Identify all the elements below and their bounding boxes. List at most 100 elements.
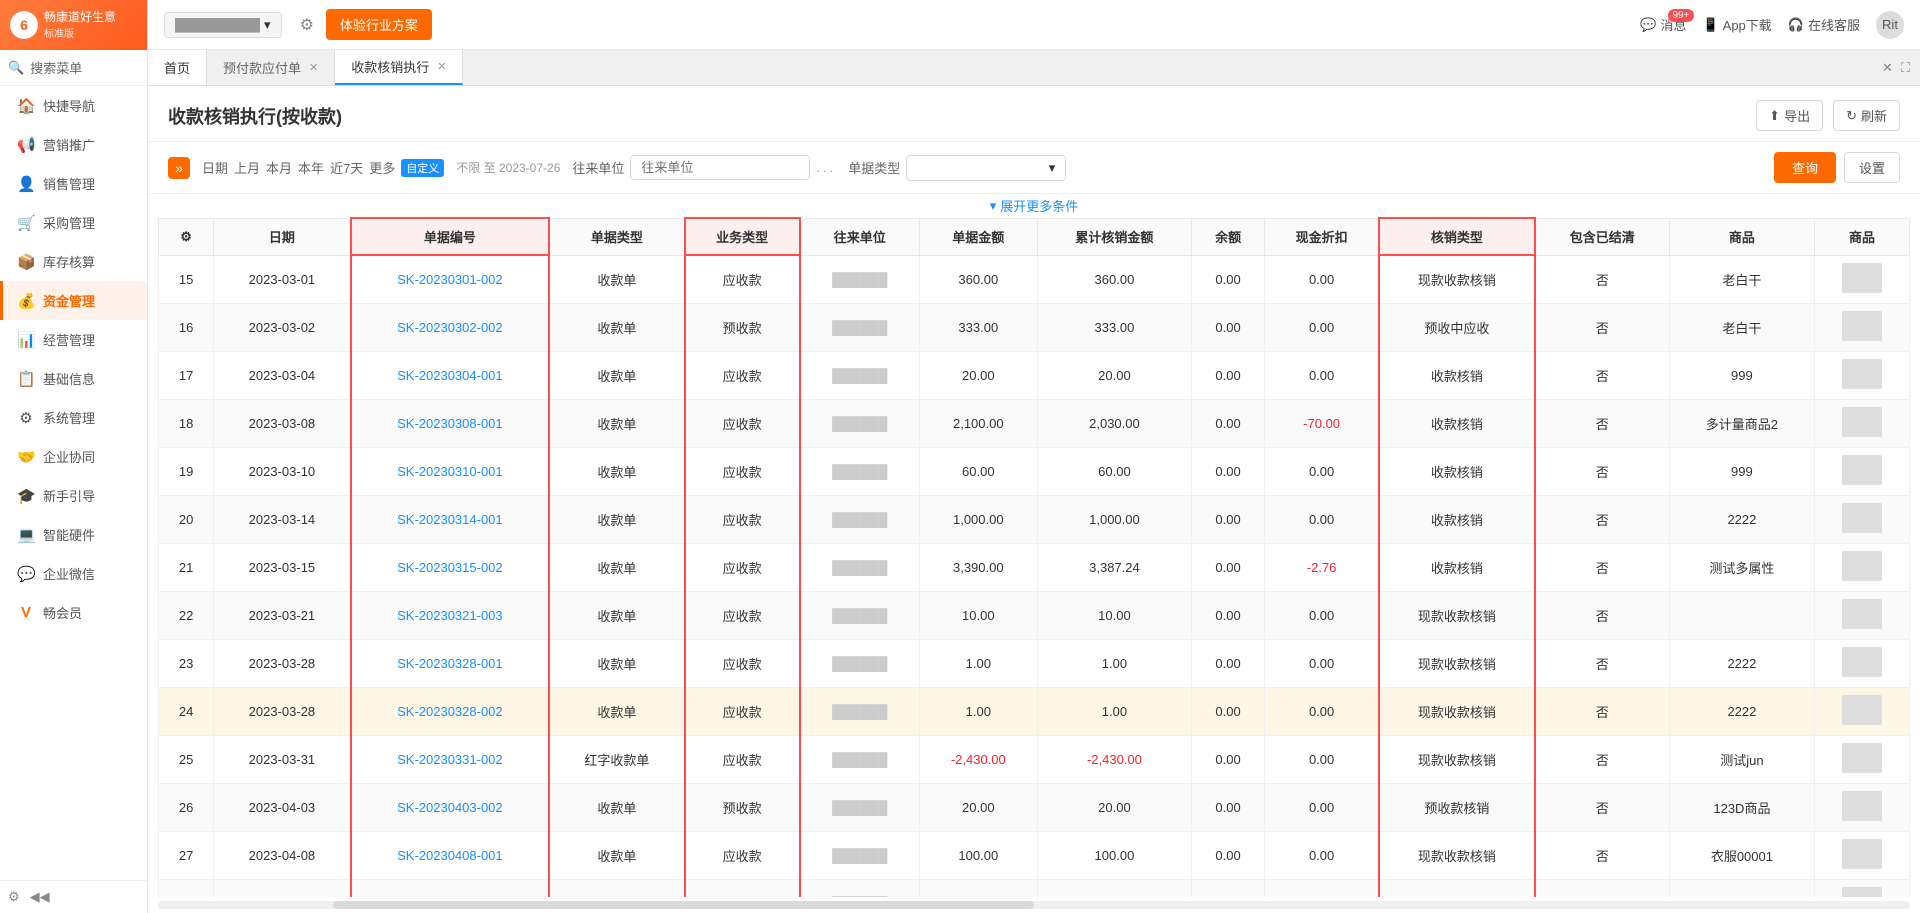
cell-voucher-no: SK-20230314-001 xyxy=(351,495,549,543)
close-tab-icon[interactable]: ✕ xyxy=(1882,60,1893,76)
col-date[interactable]: 日期 xyxy=(214,218,351,255)
settings-bottom-icon[interactable]: ⚙ xyxy=(8,889,20,905)
tab-prepay[interactable]: 预付款应付单 ✕ xyxy=(207,50,335,85)
expand-more-button[interactable]: ▾ 展开更多条件 xyxy=(990,196,1079,215)
col-biz-type[interactable]: 业务类型 xyxy=(685,218,800,255)
refresh-button[interactable]: ↻ 刷新 xyxy=(1833,100,1900,131)
col-voucher-type[interactable]: 单据类型 xyxy=(549,218,684,255)
date-this-month[interactable]: 本月 xyxy=(266,158,292,177)
col-offset-type[interactable]: 核销类型 xyxy=(1379,218,1535,255)
col-gear[interactable]: ⚙ xyxy=(159,218,214,255)
col-cum-amount[interactable]: 累计核销金额 xyxy=(1037,218,1191,255)
col-partner[interactable]: 往来单位 xyxy=(800,218,919,255)
collapse-icon[interactable]: ◀◀ xyxy=(30,889,50,905)
user-avatar[interactable]: Rit xyxy=(1876,11,1904,39)
cell-balance: 0.00 xyxy=(1191,591,1264,639)
cell-offset-type: 收款核销 xyxy=(1379,495,1535,543)
sidebar-item-marketing[interactable]: 📢 营销推广 xyxy=(0,125,147,164)
date-last-7-days[interactable]: 近7天 xyxy=(330,158,363,177)
solution-button[interactable]: 体验行业方案 xyxy=(326,9,432,40)
cell-voucher-type: 收款单 xyxy=(549,783,684,831)
table-scrollbar[interactable] xyxy=(158,901,1910,909)
col-include-settled[interactable]: 包含已结清 xyxy=(1535,218,1670,255)
voucher-link[interactable]: SK-20230308-001 xyxy=(397,416,503,431)
sidebar-item-purchase[interactable]: 🛒 采购管理 xyxy=(0,203,147,242)
message-btn[interactable]: 💬 消息 99+ xyxy=(1640,15,1686,34)
cell-balance: 0.00 xyxy=(1191,879,1264,897)
sidebar-item-hardware[interactable]: 💻 智能硬件 xyxy=(0,515,147,554)
sidebar-item-member[interactable]: V 畅会员 xyxy=(0,593,147,632)
tab-receipt-exec[interactable]: 收款核销执行 ✕ xyxy=(335,50,463,85)
export-button[interactable]: ⬆ 导出 xyxy=(1756,100,1823,131)
voucher-link[interactable]: SK-20230314-001 xyxy=(397,512,503,527)
sidebar-item-system[interactable]: ⚙ 系统管理 xyxy=(0,398,147,437)
sidebar-item-inventory[interactable]: 📦 库存核算 xyxy=(0,242,147,281)
voucher-link[interactable]: SK-20230315-002 xyxy=(397,560,503,575)
date-more[interactable]: 更多 xyxy=(369,158,395,177)
app-label: App下载 xyxy=(1723,15,1772,34)
sidebar-item-enterprise[interactable]: 🤝 企业协同 xyxy=(0,437,147,476)
cell-no: 21 xyxy=(159,543,214,591)
voucher-link[interactable]: SK-20230328-002 xyxy=(397,704,503,719)
sidebar-item-newbie[interactable]: 🎓 新手引导 xyxy=(0,476,147,515)
partner-input[interactable] xyxy=(630,155,810,180)
query-button[interactable]: 查询 xyxy=(1774,152,1836,183)
sidebar-item-quicknav[interactable]: 🏠 快捷导航 xyxy=(0,86,147,125)
sidebar-item-operations[interactable]: 📊 经营管理 xyxy=(0,320,147,359)
home-icon: 🏠 xyxy=(17,97,35,115)
voucher-link[interactable]: SK-20230331-002 xyxy=(397,752,503,767)
voucher-link[interactable]: SK-20230310-001 xyxy=(397,464,503,479)
voucher-link[interactable]: SK-20230304-001 xyxy=(397,368,503,383)
tab-home[interactable]: 首页 xyxy=(148,50,207,85)
page-header-actions: ⬆ 导出 ↻ 刷新 xyxy=(1756,100,1900,131)
settings-icon[interactable]: ⚙ xyxy=(300,15,314,35)
filter-dots: ... xyxy=(816,160,836,175)
sidebar-item-finance[interactable]: 💰 资金管理 xyxy=(0,281,147,320)
sidebar-item-basics[interactable]: 📋 基础信息 xyxy=(0,359,147,398)
date-this-year[interactable]: 本年 xyxy=(298,158,324,177)
app-download-btn[interactable]: 📱 App下载 xyxy=(1702,15,1771,34)
search-menu-item[interactable]: 🔍 搜索菜单 xyxy=(0,50,147,86)
cell-partner: ██████ xyxy=(800,735,919,783)
col-goods[interactable]: 商品 xyxy=(1669,218,1814,255)
cell-amount: 100.00 xyxy=(919,831,1037,879)
voucher-link[interactable]: SK-20230328-001 xyxy=(397,656,503,671)
expand-tab-icon[interactable]: ⛶ xyxy=(1901,60,1910,76)
cell-cum-amount: 100.00 xyxy=(1037,879,1191,897)
date-last-month[interactable]: 上月 xyxy=(234,158,260,177)
cell-goods: 多计量商品2 xyxy=(1669,399,1814,447)
tab-prepay-close[interactable]: ✕ xyxy=(309,61,318,74)
voucher-link[interactable]: SK-20230302-002 xyxy=(397,320,503,335)
company-selector[interactable]: ██████████ ▾ xyxy=(164,12,282,38)
col-cash-discount[interactable]: 现金折扣 xyxy=(1265,218,1379,255)
online-service-btn[interactable]: 🎧 在线客服 xyxy=(1788,15,1860,34)
voucher-link[interactable]: SK-20230418-001 xyxy=(397,896,503,898)
sidebar-item-wechat[interactable]: 💬 企业微信 xyxy=(0,554,147,593)
cell-offset-type: 现款收款核销 xyxy=(1379,687,1535,735)
filter-voucher-type-group: 单据类型 ▾ xyxy=(848,155,1066,181)
cell-balance: 0.00 xyxy=(1191,255,1264,303)
col-amount[interactable]: 单据金额 xyxy=(919,218,1037,255)
sidebar-item-sales[interactable]: 👤 销售管理 xyxy=(0,164,147,203)
col-balance[interactable]: 余额 xyxy=(1191,218,1264,255)
col-goods2[interactable]: 商品 xyxy=(1814,218,1909,255)
cell-cash-discount: 0.00 xyxy=(1265,303,1379,351)
col-voucher-no[interactable]: 单据编号 xyxy=(351,218,549,255)
voucher-link[interactable]: SK-20230321-003 xyxy=(397,608,503,623)
tab-receipt-close[interactable]: ✕ xyxy=(437,60,446,73)
filter-expand-button[interactable]: » xyxy=(168,157,190,179)
cell-voucher-type: 收款单 xyxy=(549,399,684,447)
voucher-link[interactable]: SK-20230403-002 xyxy=(397,800,503,815)
voucher-link[interactable]: SK-20230301-002 xyxy=(397,272,503,287)
settings-button[interactable]: 设置 xyxy=(1844,152,1900,183)
scrollbar-thumb[interactable] xyxy=(333,901,1034,909)
sidebar-item-label: 新手引导 xyxy=(43,486,95,505)
sidebar: 6 畅康道好生意 标准版 🔍 搜索菜单 🏠 快捷导航 📢 营销推广 👤 销售管理… xyxy=(0,0,148,913)
date-custom-btn[interactable]: 自定义 xyxy=(401,159,444,177)
voucher-type-select[interactable]: ▾ xyxy=(906,155,1066,181)
cell-no: 23 xyxy=(159,639,214,687)
sidebar-item-label: 营销推广 xyxy=(43,135,95,154)
voucher-link[interactable]: SK-20230408-001 xyxy=(397,848,503,863)
filter-more-row: ▾ 展开更多条件 xyxy=(148,194,1920,217)
cell-offset-type: 预收款核销 xyxy=(1379,783,1535,831)
